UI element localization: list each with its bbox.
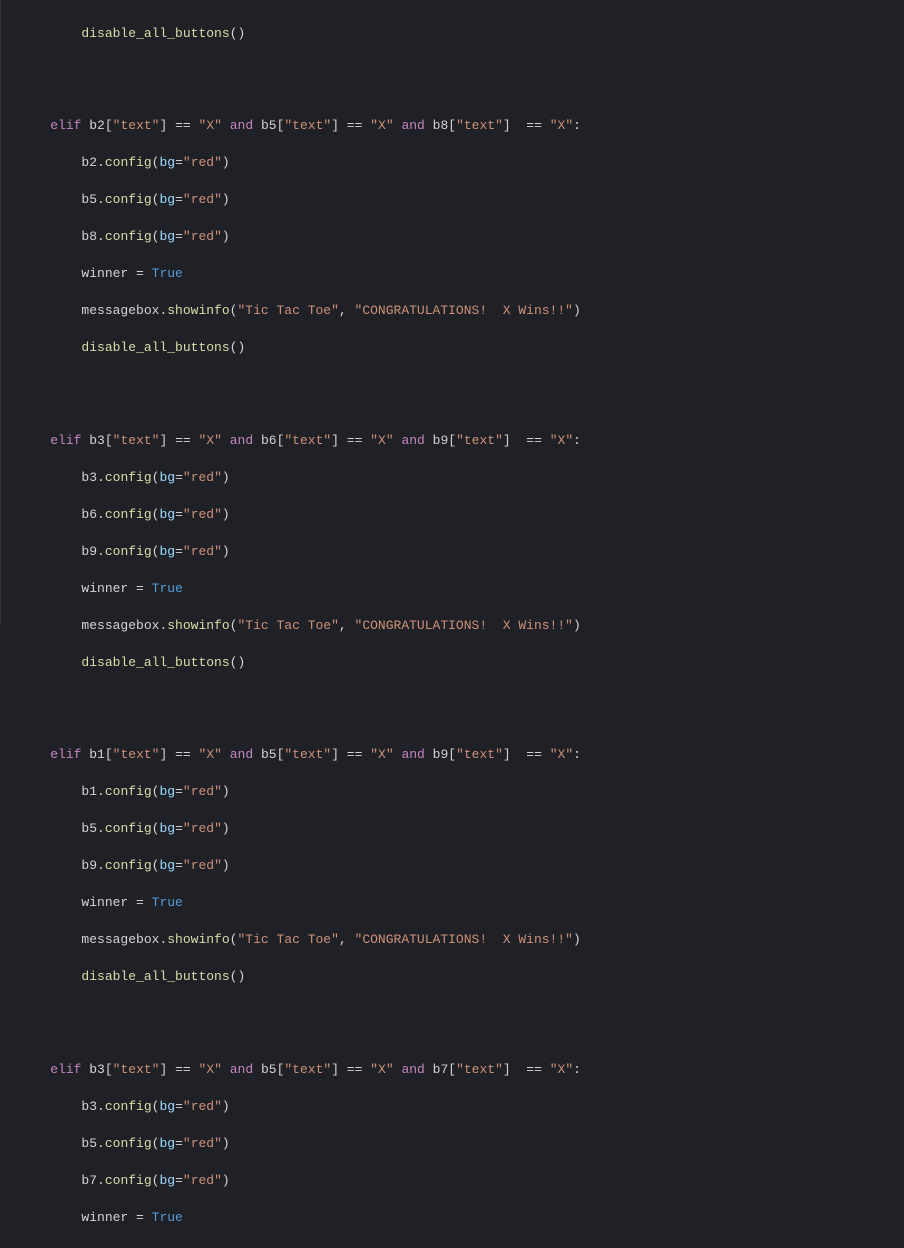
code-line[interactable]: b6.config(bg="red") [19,506,904,525]
code-line[interactable]: b2.config(bg="red") [19,154,904,173]
code-line[interactable]: winner = True [19,894,904,913]
code-line[interactable]: winner = True [19,1209,904,1228]
code-line[interactable]: b8.config(bg="red") [19,228,904,247]
code-line[interactable]: b5.config(bg="red") [19,1135,904,1154]
code-line[interactable]: messagebox.showinfo("Tic Tac Toe", "CONG… [19,302,904,321]
code-line[interactable]: disable_all_buttons() [19,654,904,673]
paren: () [230,26,246,41]
indent [19,26,81,41]
code-line[interactable]: b3.config(bg="red") [19,1098,904,1117]
blank-line[interactable] [19,1005,904,1024]
code-line[interactable]: elif b1["text"] == "X" and b5["text"] ==… [19,746,904,765]
code-line[interactable]: winner = True [19,580,904,599]
indent [19,118,50,133]
code-line[interactable]: disable_all_buttons() [19,339,904,358]
code-line[interactable]: b5.config(bg="red") [19,820,904,839]
code-line[interactable]: b9.config(bg="red") [19,543,904,562]
code-line[interactable]: elif b3["text"] == "X" and b5["text"] ==… [19,1061,904,1080]
code-line[interactable]: elif b3["text"] == "X" and b6["text"] ==… [19,432,904,451]
blank-line[interactable] [19,62,904,81]
fn-call: disable_all_buttons [81,26,229,41]
kw-elif: elif [50,118,81,133]
code-line[interactable]: elif b2["text"] == "X" and b5["text"] ==… [19,117,904,136]
code-line[interactable]: b9.config(bg="red") [19,857,904,876]
var: b2 [89,118,105,133]
code-line[interactable]: b1.config(bg="red") [19,783,904,802]
code-line[interactable]: b5.config(bg="red") [19,191,904,210]
code-editor[interactable]: disable_all_buttons() elif b2["text"] ==… [0,0,904,624]
code-line[interactable]: disable_all_buttons() [19,968,904,987]
code-line[interactable]: winner = True [19,265,904,284]
code-line[interactable]: b3.config(bg="red") [19,469,904,488]
code-line[interactable]: messagebox.showinfo("Tic Tac Toe", "CONG… [19,1246,904,1248]
blank-line[interactable] [19,376,904,395]
code-line[interactable]: messagebox.showinfo("Tic Tac Toe", "CONG… [19,617,904,636]
blank-line[interactable] [19,691,904,710]
code-line[interactable]: messagebox.showinfo("Tic Tac Toe", "CONG… [19,931,904,950]
code-line[interactable]: disable_all_buttons() [19,25,904,44]
code-line[interactable]: b7.config(bg="red") [19,1172,904,1191]
